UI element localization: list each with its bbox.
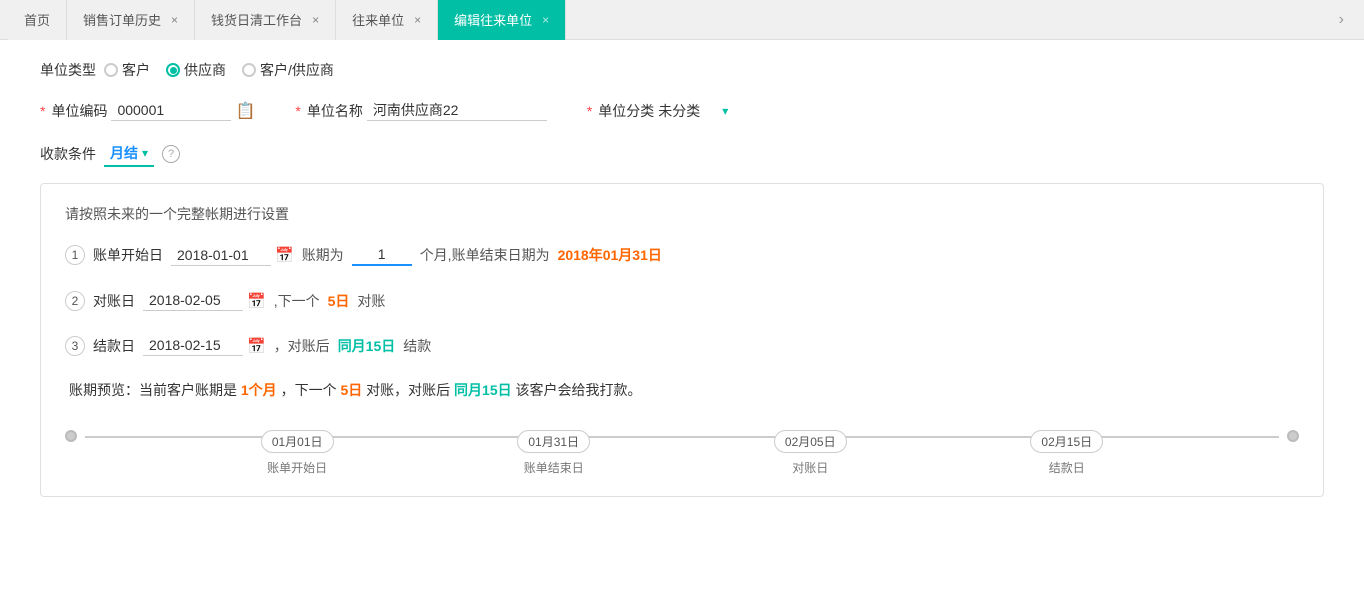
period-num-3: 3 bbox=[65, 336, 85, 356]
date-group-2: 📅 bbox=[143, 290, 266, 311]
calendar-icon-1[interactable]: 📅 bbox=[275, 246, 294, 264]
unit-category-required: * bbox=[587, 103, 592, 119]
unit-type-row: 单位类型 客户 供应商 客户/供应商 bbox=[40, 60, 1324, 80]
payment-condition-arrow: ▾ bbox=[142, 146, 148, 160]
timeline-date-4: 02月15日 bbox=[1030, 430, 1103, 453]
period-row-1: 1 账单开始日 📅 账期为 个月,账单结束日期为 2018年01月31日 bbox=[65, 244, 1299, 266]
radio-customer[interactable]: 客户 bbox=[104, 60, 150, 80]
tab-home[interactable]: 首页 bbox=[8, 0, 67, 40]
period-label-2: 对账日 bbox=[93, 291, 135, 311]
period-row-2: 2 对账日 📅 ,下一个 5日 对账 bbox=[65, 290, 1299, 311]
period-num-2: 2 bbox=[65, 291, 85, 311]
close-cash-work-tab[interactable]: × bbox=[312, 13, 319, 27]
preview-text: 账期预览：当前客户账期是 1个月 ，下一个 5日 对账，对账后 同月15日 该客… bbox=[65, 380, 1299, 400]
unit-category-value: 未分类 bbox=[658, 101, 718, 121]
preview-highlight-1: 1个月 bbox=[241, 382, 277, 398]
timeline-point-end-dot-right bbox=[1287, 430, 1299, 442]
timeline-label-2: 账单结束日 bbox=[524, 459, 584, 476]
unit-category-arrow: ▾ bbox=[722, 104, 728, 118]
tab-sales-history[interactable]: 销售订单历史 × bbox=[67, 0, 195, 40]
unit-type-label: 单位类型 bbox=[40, 60, 96, 80]
help-icon[interactable]: ? bbox=[162, 145, 180, 163]
calendar-icon-3[interactable]: 📅 bbox=[247, 337, 266, 355]
timeline-point-1: 01月01日 账单开始日 bbox=[261, 430, 334, 476]
timeline-points: 01月01日 账单开始日 01月31日 账单结束日 02月05日 对账日 02月… bbox=[65, 430, 1299, 476]
radio-circle-customer-supplier bbox=[242, 63, 256, 77]
payment-condition-label: 收款条件 bbox=[40, 144, 96, 164]
radio-circle-supplier bbox=[166, 63, 180, 77]
period-num-1: 1 bbox=[65, 245, 85, 265]
main-content: 单位类型 客户 供应商 客户/供应商 * 单位编码 📋 * 单位名称 bbox=[0, 40, 1364, 608]
radio-circle-customer bbox=[104, 63, 118, 77]
period-suffix-before-1: 账期为 bbox=[302, 245, 344, 265]
radio-supplier[interactable]: 供应商 bbox=[166, 60, 226, 80]
close-partner-tab[interactable]: × bbox=[414, 13, 421, 27]
unit-category-label: 单位分类 bbox=[598, 101, 654, 121]
payment-condition-value: 月结 bbox=[110, 143, 138, 163]
day-highlight-3: 同月15日 bbox=[338, 336, 396, 356]
period-suffix-after-3: 结款 bbox=[403, 336, 431, 356]
card-title: 请按照未来的一个完整帐期进行设置 bbox=[65, 204, 1299, 224]
unit-name-label: 单位名称 bbox=[307, 101, 363, 121]
period-settings-card: 请按照未来的一个完整帐期进行设置 1 账单开始日 📅 账期为 个月,账单结束日期… bbox=[40, 183, 1324, 497]
unit-name-group: * 单位名称 bbox=[295, 100, 546, 121]
preview-highlight-3: 同月15日 bbox=[454, 382, 512, 398]
unit-name-input[interactable] bbox=[367, 100, 547, 121]
calendar-icon-2[interactable]: 📅 bbox=[247, 292, 266, 310]
date-group-3: 📅 bbox=[143, 335, 266, 356]
unit-name-required: * bbox=[295, 103, 300, 119]
tab-scroll-arrow[interactable]: › bbox=[1327, 11, 1356, 29]
timeline-point-start-dot-left bbox=[65, 430, 77, 442]
payment-row: 收款条件 月结 ▾ ? bbox=[40, 141, 1324, 167]
unit-code-label: 单位编码 bbox=[51, 101, 107, 121]
timeline-start-dot bbox=[65, 430, 77, 442]
period-suffix-after-1: 个月,账单结束日期为 bbox=[420, 245, 550, 265]
preview-highlight-2: 5日 bbox=[340, 382, 362, 398]
period-label-3: 结款日 bbox=[93, 336, 135, 356]
timeline-end-dot bbox=[1287, 430, 1299, 442]
tab-partner[interactable]: 往来单位 × bbox=[336, 0, 438, 40]
unit-category-group: * 单位分类 未分类 ▾ bbox=[587, 101, 728, 121]
timeline-label-3: 对账日 bbox=[792, 459, 828, 476]
timeline-date-2: 01月31日 bbox=[517, 430, 590, 453]
unit-info-row: * 单位编码 📋 * 单位名称 * 单位分类 未分类 ▾ bbox=[40, 100, 1324, 121]
unit-code-icon[interactable]: 📋 bbox=[235, 101, 255, 121]
close-sales-history-tab[interactable]: × bbox=[171, 13, 178, 27]
tab-cash-work[interactable]: 钱货日清工作台 × bbox=[195, 0, 336, 40]
timeline-point-2: 01月31日 账单结束日 bbox=[517, 430, 590, 476]
unit-code-input[interactable] bbox=[111, 100, 231, 121]
timeline-date-1: 01月01日 bbox=[261, 430, 334, 453]
radio-customer-supplier[interactable]: 客户/供应商 bbox=[242, 60, 334, 80]
unit-type-radio-group: 客户 供应商 客户/供应商 bbox=[104, 60, 334, 80]
date-group-1: 📅 bbox=[171, 245, 294, 266]
period-suffix-before-2: ,下一个 bbox=[274, 291, 320, 311]
period-suffix-before-3: ，对账后 bbox=[274, 336, 330, 356]
unit-category-select[interactable]: 未分类 ▾ bbox=[658, 101, 728, 121]
month-input[interactable] bbox=[352, 244, 412, 266]
day-highlight-2: 5日 bbox=[328, 291, 350, 311]
tab-edit-partner[interactable]: 编辑往来单位 × bbox=[438, 0, 566, 40]
date-input-2[interactable] bbox=[143, 290, 243, 311]
period-row-3: 3 结款日 📅 ，对账后 同月15日 结款 bbox=[65, 335, 1299, 356]
timeline: 01月01日 账单开始日 01月31日 账单结束日 02月05日 对账日 02月… bbox=[65, 420, 1299, 476]
unit-code-required: * bbox=[40, 103, 45, 119]
period-suffix-after-2: 对账 bbox=[357, 291, 385, 311]
unit-code-group: * 单位编码 📋 bbox=[40, 100, 255, 121]
payment-condition-select[interactable]: 月结 ▾ bbox=[104, 141, 154, 167]
timeline-label-4: 结款日 bbox=[1049, 459, 1085, 476]
end-date-highlight: 2018年01月31日 bbox=[558, 245, 662, 265]
close-edit-partner-tab[interactable]: × bbox=[542, 13, 549, 27]
date-input-1[interactable] bbox=[171, 245, 271, 266]
date-input-3[interactable] bbox=[143, 335, 243, 356]
tab-bar: 首页 销售订单历史 × 钱货日清工作台 × 往来单位 × 编辑往来单位 × › bbox=[0, 0, 1364, 40]
timeline-date-3: 02月05日 bbox=[774, 430, 847, 453]
period-label-1: 账单开始日 bbox=[93, 245, 163, 265]
timeline-label-1: 账单开始日 bbox=[267, 459, 327, 476]
timeline-point-4: 02月15日 结款日 bbox=[1030, 430, 1103, 476]
timeline-point-3: 02月05日 对账日 bbox=[774, 430, 847, 476]
